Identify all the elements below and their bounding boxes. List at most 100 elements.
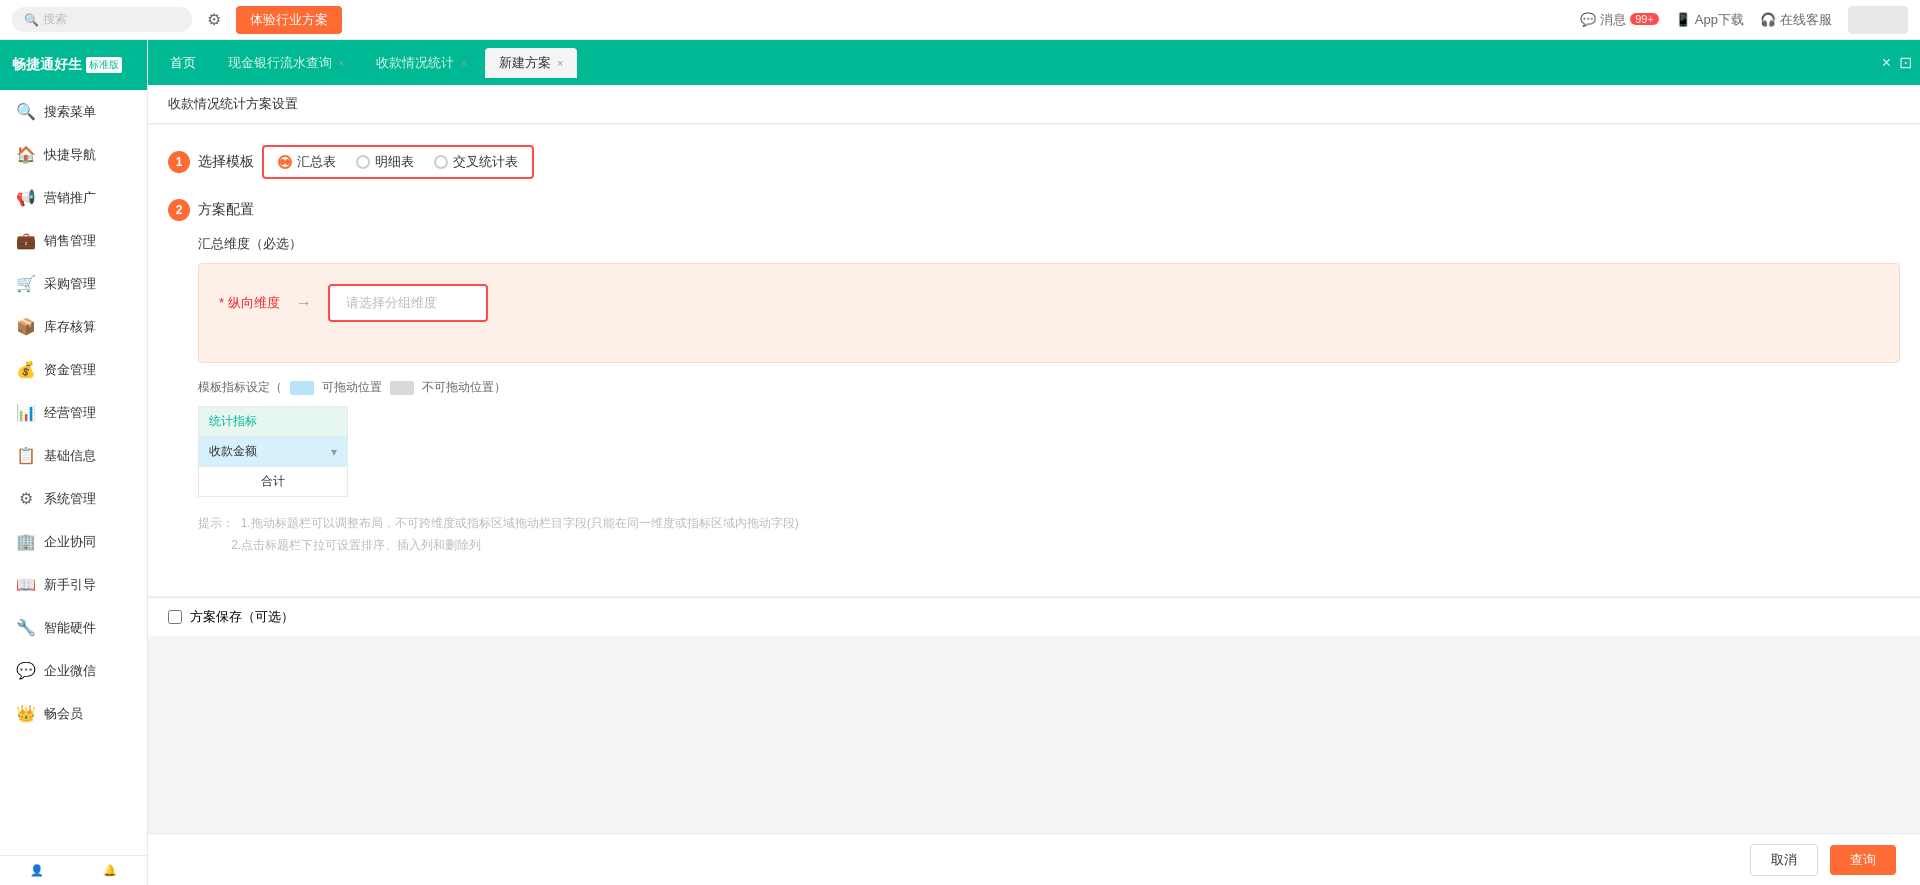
main-layout: 畅捷通好生 标准版 🔍 搜索菜单 🏠 快捷导航 📢 营销推广 💼 销售管理 🛒 …: [0, 40, 1920, 885]
tab-bank-flow-close[interactable]: ×: [338, 57, 344, 69]
tips-section: 提示： 1.拖动标题栏可以调整布局，不可跨维度或指标区域拖动栏目字段(只能在同一…: [198, 513, 1900, 556]
download-icon: 📱: [1675, 12, 1691, 27]
tab-receipt-stats-close[interactable]: ×: [460, 57, 466, 69]
message-badge: 99+: [1630, 13, 1659, 25]
sidebar-label-member: 畅会员: [44, 705, 83, 723]
logo-badge: 标准版: [86, 57, 122, 73]
sidebar-item-member[interactable]: 👑 畅会员: [0, 692, 147, 735]
hardware-icon: 🔧: [16, 618, 36, 637]
tab-bank-flow[interactable]: 现金银行流水查询 ×: [214, 48, 358, 78]
chevron-down-icon: ▾: [331, 445, 337, 459]
tab-new-plan[interactable]: 新建方案 ×: [485, 48, 577, 78]
metrics-section: 模板指标设定（ 可拖动位置 不可拖动位置） 统计指标 收款金额 ▾: [198, 379, 1900, 497]
dimension-area: * 纵向维度 → 请选择分组维度: [198, 263, 1900, 363]
sidebar: 畅捷通好生 标准版 🔍 搜索菜单 🏠 快捷导航 📢 营销推广 💼 销售管理 🛒 …: [0, 40, 148, 885]
enterprise-icon: 🏢: [16, 532, 36, 551]
sidebar-item-inventory[interactable]: 📦 库存核算: [0, 305, 147, 348]
sidebar-bottom-notify[interactable]: 🔔: [103, 864, 117, 877]
sidebar-item-wechat[interactable]: 💬 企业微信: [0, 649, 147, 692]
tip-1: 提示： 1.拖动标题栏可以调整布局，不可跨维度或指标区域拖动栏目字段(只能在同一…: [198, 513, 1900, 535]
service-label: 在线客服: [1780, 11, 1832, 29]
sidebar-item-search[interactable]: 🔍 搜索菜单: [0, 90, 147, 133]
search-placeholder: 搜索: [43, 11, 67, 28]
sidebar-bottom-user[interactable]: 👤: [30, 864, 44, 877]
close-tab-button[interactable]: ×: [1882, 54, 1891, 72]
sidebar-item-basic-info[interactable]: 📋 基础信息: [0, 434, 147, 477]
radio-cross[interactable]: 交叉统计表: [434, 153, 518, 171]
message-label: 消息: [1600, 11, 1626, 29]
radio-summary[interactable]: 汇总表: [278, 153, 336, 171]
system-icon: ⚙: [16, 489, 36, 508]
step1-header: 1 选择模板 汇总表 明细表: [168, 145, 1900, 179]
tab-new-plan-close[interactable]: ×: [557, 57, 563, 69]
sidebar-item-system[interactable]: ⚙ 系统管理: [0, 477, 147, 520]
metrics-cell-amount[interactable]: 收款金额 ▾: [199, 437, 347, 467]
radio-detail-circle: [356, 155, 370, 169]
notify-icon: 🔔: [103, 864, 117, 877]
tab-bar: 首页 现金银行流水查询 × 收款情况统计 × 新建方案 × × ⊡: [148, 40, 1920, 85]
search-bar[interactable]: 🔍 搜索: [12, 7, 192, 32]
dimension-placeholder: 请选择分组维度: [346, 295, 437, 310]
radio-summary-circle: [278, 155, 292, 169]
drag-color-box: [290, 381, 314, 395]
finance-icon: 💰: [16, 360, 36, 379]
metrics-table-header: 统计指标: [199, 407, 347, 437]
top-bar: 🔍 搜索 ⚙ 体验行业方案 💬 消息 99+ 📱 App下载 🎧 在线客服: [0, 0, 1920, 40]
sidebar-label-purchase: 采购管理: [44, 275, 96, 293]
no-drag-color-box: [390, 381, 414, 395]
trial-button[interactable]: 体验行业方案: [236, 6, 342, 34]
sales-icon: 💼: [16, 231, 36, 250]
sidebar-item-management[interactable]: 📊 经营管理: [0, 391, 147, 434]
tab-home-label: 首页: [170, 54, 196, 72]
sidebar-label-home: 快捷导航: [44, 146, 96, 164]
sidebar-item-marketing[interactable]: 📢 营销推广: [0, 176, 147, 219]
save-checkbox[interactable]: [168, 610, 182, 624]
dimension-selector[interactable]: 请选择分组维度: [328, 284, 488, 322]
sidebar-item-hardware[interactable]: 🔧 智能硬件: [0, 606, 147, 649]
maximize-button[interactable]: ⊡: [1899, 53, 1912, 72]
marketing-icon: 📢: [16, 188, 36, 207]
download-button[interactable]: 📱 App下载: [1675, 11, 1744, 29]
sidebar-label-hardware: 智能硬件: [44, 619, 96, 637]
query-button[interactable]: 查询: [1830, 845, 1896, 875]
gear-button[interactable]: ⚙: [200, 6, 228, 34]
sidebar-label-system: 系统管理: [44, 490, 96, 508]
metrics-cell-total: 合计: [199, 467, 347, 496]
guide-icon: 📖: [16, 575, 36, 594]
no-drag-label: 不可拖动位置）: [422, 379, 506, 396]
top-bar-right: 💬 消息 99+ 📱 App下载 🎧 在线客服: [1580, 6, 1908, 34]
sidebar-item-home[interactable]: 🏠 快捷导航: [0, 133, 147, 176]
dimension-label: 汇总维度（必选）: [198, 235, 1900, 253]
basic-info-icon: 📋: [16, 446, 36, 465]
sidebar-label-enterprise: 企业协同: [44, 533, 96, 551]
page-wrapper: 收款情况统计方案设置 1 选择模板 汇总表: [148, 85, 1920, 833]
sidebar-item-guide[interactable]: 📖 新手引导: [0, 563, 147, 606]
page-title: 收款情况统计方案设置: [168, 96, 298, 111]
message-icon: 💬: [1580, 12, 1596, 27]
tab-home[interactable]: 首页: [156, 48, 210, 78]
message-button[interactable]: 💬 消息 99+: [1580, 11, 1659, 29]
tab-receipt-stats[interactable]: 收款情况统计 ×: [362, 48, 480, 78]
cancel-button[interactable]: 取消: [1750, 844, 1818, 876]
sidebar-item-enterprise[interactable]: 🏢 企业协同: [0, 520, 147, 563]
tip-2: 2.点击标题栏下拉可设置排序、插入列和删除列: [198, 535, 1900, 557]
tab-new-plan-label: 新建方案: [499, 54, 551, 72]
radio-summary-label: 汇总表: [297, 153, 336, 171]
radio-cross-label: 交叉统计表: [453, 153, 518, 171]
wechat-icon: 💬: [16, 661, 36, 680]
management-icon: 📊: [16, 403, 36, 422]
save-label: 方案保存（可选）: [190, 608, 294, 626]
purchase-icon: 🛒: [16, 274, 36, 293]
top-bar-left: 🔍 搜索 ⚙ 体验行业方案: [12, 6, 342, 34]
step1-section: 1 选择模板 汇总表 明细表: [168, 145, 1900, 179]
sidebar-label-wechat: 企业微信: [44, 662, 96, 680]
user-avatar[interactable]: [1848, 6, 1908, 34]
tab-bar-actions: × ⊡: [1882, 53, 1912, 72]
service-button[interactable]: 🎧 在线客服: [1760, 11, 1832, 29]
sidebar-item-sales[interactable]: 💼 销售管理: [0, 219, 147, 262]
sidebar-bottom: 👤 🔔: [0, 855, 147, 885]
metrics-amount-label: 收款金额: [209, 443, 257, 460]
sidebar-item-purchase[interactable]: 🛒 采购管理: [0, 262, 147, 305]
radio-detail[interactable]: 明细表: [356, 153, 414, 171]
sidebar-item-finance[interactable]: 💰 资金管理: [0, 348, 147, 391]
